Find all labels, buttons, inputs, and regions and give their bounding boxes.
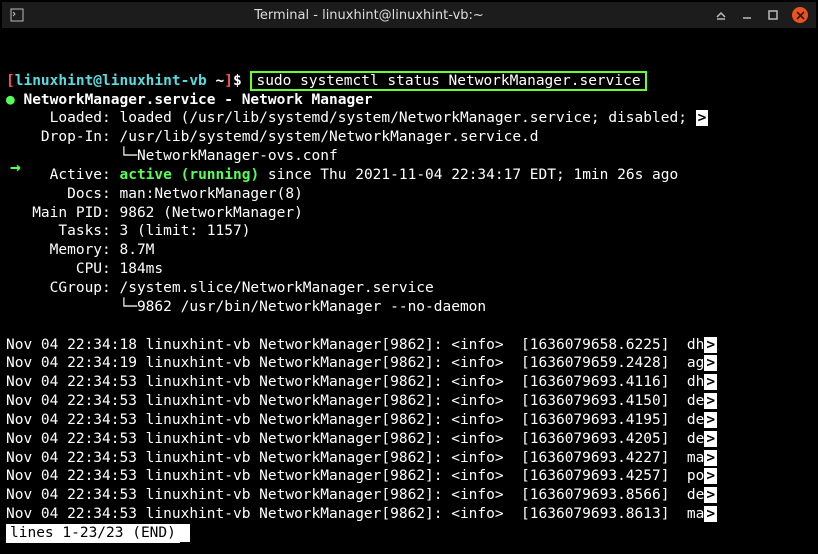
terminal-app-icon (10, 8, 24, 22)
prompt-close-bracket: ] (224, 73, 233, 89)
prompt-tilde: ~ (207, 73, 224, 89)
cgroup-line-2: └─9862 /usr/bin/NetworkManager --no-daem… (6, 299, 486, 315)
pager-cursor (180, 524, 190, 542)
active-status-value: active (running) (120, 167, 260, 183)
shell-prompt: [linuxhint@linuxhint-vb ~]$ (6, 73, 250, 89)
minimize-icon[interactable] (740, 8, 754, 22)
log-line: Nov 04 22:34:53 linuxhint-vb NetworkMana… (6, 450, 704, 466)
log-line: Nov 04 22:34:53 linuxhint-vb NetworkMana… (6, 487, 704, 503)
prompt-open-bracket: [ (6, 73, 15, 89)
memory-line: Memory: 8.7M (6, 242, 154, 258)
scroll-right-indicator: > (704, 412, 717, 428)
log-line: Nov 04 22:34:53 linuxhint-vb NetworkMana… (6, 468, 704, 484)
log-line: Nov 04 22:34:18 linuxhint-vb NetworkMana… (6, 337, 704, 353)
scroll-right-indicator: > (704, 468, 717, 484)
dropin-line-1: Drop-In: /usr/lib/systemd/system/Network… (6, 129, 539, 145)
scroll-right-indicator: > (704, 355, 717, 371)
scroll-right-indicator: > (704, 393, 717, 409)
window-titlebar: Terminal - linuxhint@linuxhint-vb:~ (2, 2, 816, 28)
log-line: Nov 04 22:34:53 linuxhint-vb NetworkMana… (6, 374, 704, 390)
cpu-line: CPU: 184ms (6, 261, 163, 277)
scroll-right-indicator: > (704, 374, 717, 390)
scroll-right-indicator: > (704, 450, 717, 466)
prompt-user-host: linuxhint@linuxhint-vb (15, 73, 207, 89)
scroll-right-indicator: > (704, 337, 717, 353)
log-line: Nov 04 22:34:53 linuxhint-vb NetworkMana… (6, 412, 704, 428)
scroll-right-indicator: > (696, 110, 709, 126)
pager-status-line: lines 1-23/23 (END) (6, 524, 180, 543)
cgroup-line-1: CGroup: /system.slice/NetworkManager.ser… (6, 280, 434, 296)
scroll-right-indicator: > (704, 431, 717, 447)
scroll-right-indicator: > (704, 506, 717, 522)
main-pid-line: Main PID: 9862 (NetworkManager) (6, 205, 303, 221)
log-line: Nov 04 22:34:53 linuxhint-vb NetworkMana… (6, 393, 704, 409)
maximize-icon[interactable] (766, 8, 780, 22)
close-icon[interactable] (792, 7, 808, 23)
prompt-dollar: $ (233, 73, 250, 89)
loaded-line: Loaded: loaded (/usr/lib/systemd/system/… (6, 110, 696, 126)
keep-above-icon[interactable] (714, 8, 728, 22)
terminal-viewport[interactable]: → [linuxhint@linuxhint-vb ~]$ sudo syste… (2, 28, 816, 552)
log-line: Nov 04 22:34:53 linuxhint-vb NetworkMana… (6, 431, 704, 447)
highlighted-command: sudo systemctl status NetworkManager.ser… (250, 71, 646, 91)
log-line: Nov 04 22:34:19 linuxhint-vb NetworkMana… (6, 355, 704, 371)
active-rest: since Thu 2021-11-04 22:34:17 EDT; 1min … (259, 167, 678, 183)
log-line: Nov 04 22:34:53 linuxhint-vb NetworkMana… (6, 506, 704, 522)
window-title: Terminal - linuxhint@linuxhint-vb:~ (24, 8, 714, 23)
status-bullet-icon: ● (6, 92, 15, 108)
scroll-right-indicator: > (704, 487, 717, 503)
dropin-line-2: └─NetworkManager-ovs.conf (6, 148, 338, 164)
unit-header: NetworkManager.service - Network Manager (15, 92, 373, 108)
tasks-line: Tasks: 3 (limit: 1157) (6, 223, 250, 239)
docs-line: Docs: man:NetworkManager(8) (6, 186, 303, 202)
active-label: Active: (6, 167, 120, 183)
